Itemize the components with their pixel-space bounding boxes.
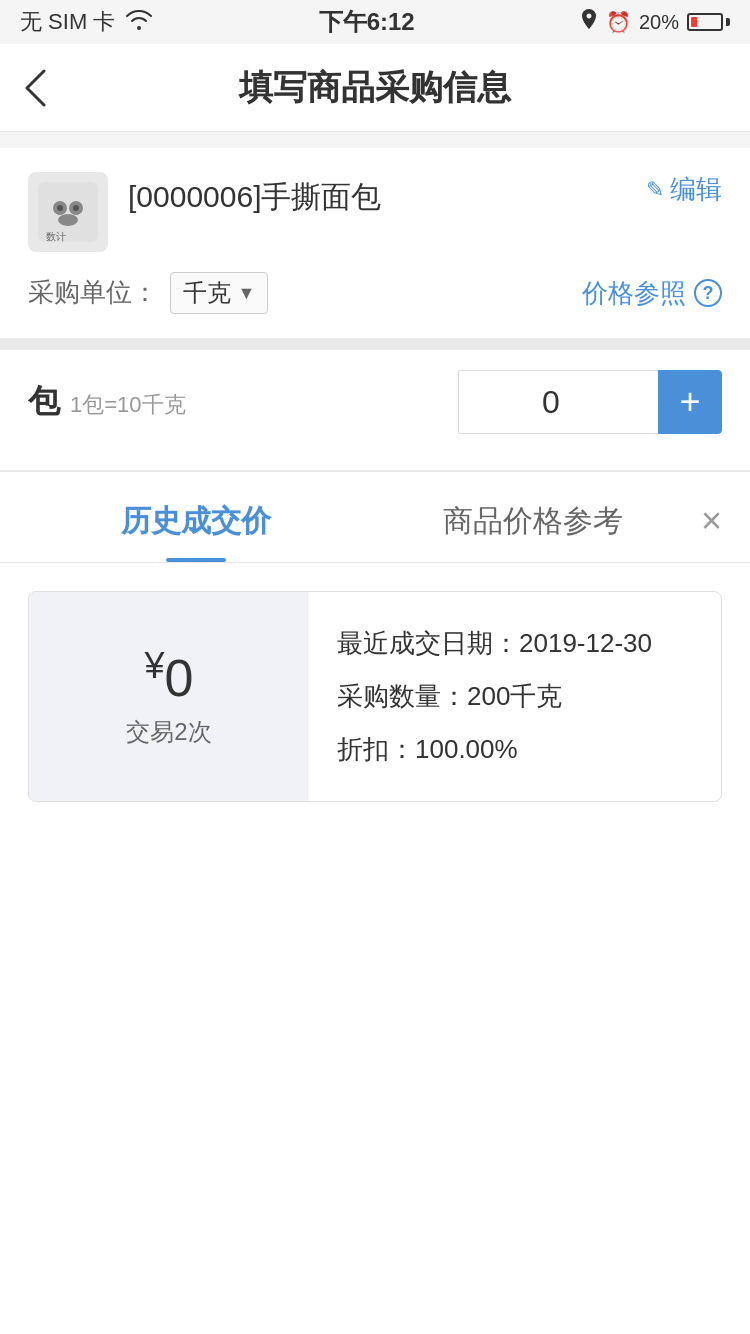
product-header: 数计 [0000006]手撕面包 ✎ 编辑 bbox=[28, 172, 722, 252]
battery-icon bbox=[687, 13, 730, 31]
edit-label: 编辑 bbox=[670, 172, 722, 207]
plus-icon: + bbox=[679, 381, 700, 423]
tabs-row: 历史成交价 商品价格参考 × bbox=[0, 472, 750, 563]
price-ref-button[interactable]: 价格参照 ? bbox=[582, 276, 722, 311]
edit-icon: ✎ bbox=[646, 177, 664, 203]
quantity-row: 包 1包=10千克 + bbox=[0, 350, 750, 454]
transaction-card: ¥0 交易2次 最近成交日期：2019-12-30 采购数量：200千克 折扣：… bbox=[28, 591, 722, 802]
transaction-count: 交易2次 bbox=[126, 716, 211, 748]
price-value: 0 bbox=[165, 649, 194, 707]
edit-button[interactable]: ✎ 编辑 bbox=[646, 172, 722, 207]
quantity-plus-button[interactable]: + bbox=[658, 370, 722, 434]
transaction-detail-discount: 折扣：100.00% bbox=[337, 730, 693, 769]
dropdown-arrow-icon: ▼ bbox=[237, 283, 255, 304]
date-value: 2019-12-30 bbox=[519, 628, 652, 658]
unit-value: 千克 bbox=[183, 277, 231, 309]
qty-label: 采购数量： bbox=[337, 681, 467, 711]
divider bbox=[0, 338, 750, 350]
quantity-unit: 包 bbox=[28, 380, 60, 424]
transaction-price: ¥0 bbox=[145, 645, 194, 708]
product-info: 数计 [0000006]手撕面包 bbox=[28, 172, 381, 252]
alarm-icon: ⏰ bbox=[606, 10, 631, 34]
close-icon: × bbox=[701, 500, 722, 541]
network-label: 无 SIM 卡 bbox=[20, 7, 115, 37]
svg-point-5 bbox=[58, 214, 78, 226]
svg-point-3 bbox=[57, 205, 63, 211]
wifi-icon bbox=[125, 8, 153, 36]
page-title: 填写商品采购信息 bbox=[239, 65, 511, 111]
date-label: 最近成交日期： bbox=[337, 628, 519, 658]
nav-bar: 填写商品采购信息 bbox=[0, 44, 750, 132]
back-button[interactable] bbox=[24, 69, 46, 107]
transaction-detail-quantity: 采购数量：200千克 bbox=[337, 677, 693, 716]
transaction-price-section: ¥0 交易2次 bbox=[29, 592, 309, 801]
unit-label: 采购单位： bbox=[28, 277, 158, 307]
battery-percent: 20% bbox=[639, 11, 679, 34]
discount-label: 折扣： bbox=[337, 734, 415, 764]
status-time: 下午6:12 bbox=[319, 6, 415, 38]
product-card: 数计 [0000006]手撕面包 ✎ 编辑 采购单位： 千克 ▼ 价格参照 bbox=[0, 148, 750, 338]
bottom-sheet: 历史成交价 商品价格参考 × ¥0 交易2次 最近成交日期：2019-12-30 bbox=[0, 470, 750, 802]
discount-value: 100.00% bbox=[415, 734, 518, 764]
price-ref-help-icon: ? bbox=[694, 279, 722, 307]
svg-point-4 bbox=[73, 205, 79, 211]
quantity-input-group: + bbox=[458, 370, 722, 434]
location-icon bbox=[580, 9, 598, 36]
tab-history-price[interactable]: 历史成交价 bbox=[28, 473, 364, 562]
product-name: [0000006]手撕面包 bbox=[128, 172, 381, 218]
tab-close-button[interactable]: × bbox=[701, 472, 722, 562]
transaction-detail-date: 最近成交日期：2019-12-30 bbox=[337, 624, 693, 663]
tab-price-ref-label: 商品价格参考 bbox=[443, 504, 623, 537]
price-ref-label: 价格参照 bbox=[582, 276, 686, 311]
unit-select[interactable]: 千克 ▼ bbox=[170, 272, 268, 314]
product-image: 数计 bbox=[28, 172, 108, 252]
currency-symbol: ¥ bbox=[145, 645, 165, 686]
product-unit-row: 采购单位： 千克 ▼ 价格参照 ? bbox=[28, 272, 722, 314]
status-right: ⏰ 20% bbox=[580, 9, 730, 36]
unit-section: 采购单位： 千克 ▼ bbox=[28, 272, 268, 314]
main-content: 数计 [0000006]手撕面包 ✎ 编辑 采购单位： 千克 ▼ 价格参照 bbox=[0, 148, 750, 1334]
svg-text:数计: 数计 bbox=[46, 231, 66, 242]
qty-value: 200千克 bbox=[467, 681, 562, 711]
quantity-conversion: 1包=10千克 bbox=[70, 390, 186, 420]
tab-price-ref[interactable]: 商品价格参考 bbox=[364, 473, 700, 562]
status-bar: 无 SIM 卡 下午6:12 ⏰ 20% bbox=[0, 0, 750, 44]
quantity-label: 包 1包=10千克 bbox=[28, 380, 186, 424]
quantity-input[interactable] bbox=[458, 370, 658, 434]
status-left: 无 SIM 卡 bbox=[20, 7, 153, 37]
transaction-details: 最近成交日期：2019-12-30 采购数量：200千克 折扣：100.00% bbox=[309, 592, 721, 801]
tab-history-label: 历史成交价 bbox=[121, 504, 271, 537]
